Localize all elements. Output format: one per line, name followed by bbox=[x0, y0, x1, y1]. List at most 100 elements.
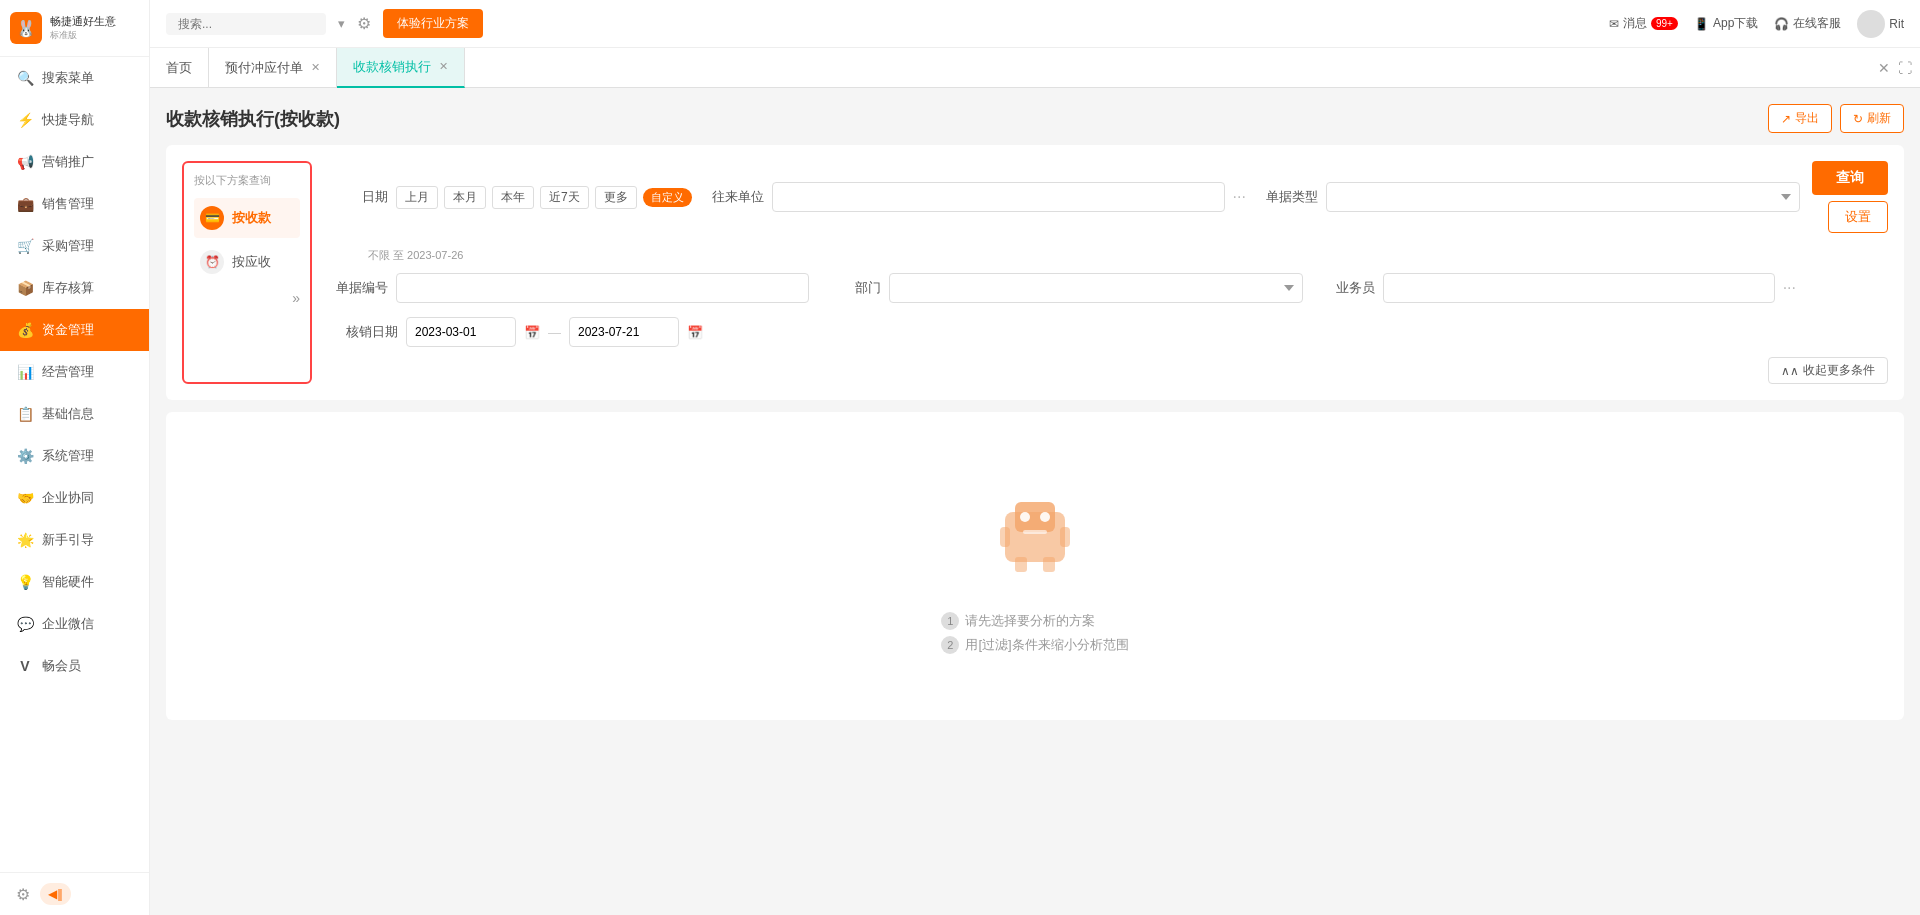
tab-close-all-btn[interactable]: ✕ bbox=[1878, 60, 1890, 76]
sidebar-item-search[interactable]: 🔍 搜索菜单 bbox=[0, 57, 149, 99]
sidebar-item-label: 智能硬件 bbox=[42, 573, 94, 591]
svg-point-3 bbox=[1040, 512, 1050, 522]
search-icon: 🔍 bbox=[16, 70, 34, 86]
doc-type-select[interactable] bbox=[1326, 182, 1800, 212]
sidebar-item-inventory[interactable]: 📦 库存核算 bbox=[0, 267, 149, 309]
sidebar-item-management[interactable]: 📊 经营管理 bbox=[0, 351, 149, 393]
verify-date-end-input[interactable] bbox=[569, 317, 679, 347]
sidebar-item-label: 快捷导航 bbox=[42, 111, 94, 129]
page-header: 收款核销执行(按收款) ↗ 导出 ↻ 刷新 bbox=[166, 104, 1904, 133]
collapse-more-btn[interactable]: ∧∧ 收起更多条件 bbox=[1768, 357, 1888, 384]
sidebar-item-purchase[interactable]: 🛒 采购管理 bbox=[0, 225, 149, 267]
user-info[interactable]: Rit bbox=[1857, 10, 1904, 38]
dept-select[interactable] bbox=[889, 273, 1302, 303]
settings-gear-icon[interactable]: ⚙ bbox=[357, 14, 371, 33]
tip-item-2: 2 用[过滤]条件来缩小分析范围 bbox=[941, 636, 1128, 654]
search-input[interactable] bbox=[166, 13, 326, 35]
tip-item-1: 1 请先选择要分析的方案 bbox=[941, 612, 1128, 630]
collapse-more-area: ∧∧ 收起更多条件 bbox=[328, 357, 1888, 384]
app-download-label: App下载 bbox=[1713, 15, 1758, 32]
basic-info-icon: 📋 bbox=[16, 406, 34, 422]
calendar-end-icon[interactable]: 📅 bbox=[687, 325, 703, 340]
sidebar-item-sales[interactable]: 💼 销售管理 bbox=[0, 183, 149, 225]
message-badge: 99+ bbox=[1651, 17, 1678, 30]
staff-input[interactable] bbox=[1383, 273, 1775, 303]
sidebar-item-funds[interactable]: 💰 资金管理 bbox=[0, 309, 149, 351]
doc-no-field: 单据编号 bbox=[328, 273, 809, 303]
collapse-sidebar-btn[interactable]: ◀‖ bbox=[40, 883, 71, 905]
tab-expand-btn[interactable]: ⛶ bbox=[1898, 60, 1912, 76]
online-service-group[interactable]: 🎧 在线客服 bbox=[1774, 15, 1841, 32]
sidebar-item-wechat[interactable]: 💬 企业微信 bbox=[0, 603, 149, 645]
sidebar-item-label: 经营管理 bbox=[42, 363, 94, 381]
message-group[interactable]: ✉ 消息 99+ bbox=[1609, 15, 1678, 32]
enterprise-icon: 🤝 bbox=[16, 490, 34, 506]
industry-btn[interactable]: 体验行业方案 bbox=[383, 9, 483, 38]
filter-option-by-receivable[interactable]: ⏰ 按应收 bbox=[194, 242, 300, 282]
sidebar-item-enterprise[interactable]: 🤝 企业协同 bbox=[0, 477, 149, 519]
refresh-btn[interactable]: ↻ 刷新 bbox=[1840, 104, 1904, 133]
sidebar-nav: 🔍 搜索菜单 ⚡ 快捷导航 📢 营销推广 💼 销售管理 🛒 采购管理 📦 库存核… bbox=[0, 57, 149, 872]
counterpart-more-icon[interactable]: ··· bbox=[1233, 188, 1246, 206]
settings-icon[interactable]: ⚙ bbox=[16, 885, 30, 904]
sidebar-item-guide[interactable]: 🌟 新手引导 bbox=[0, 519, 149, 561]
sidebar-item-system[interactable]: ⚙️ 系统管理 bbox=[0, 435, 149, 477]
tab-prepay-close-icon[interactable]: ✕ bbox=[311, 61, 320, 74]
counterpart-field: 往来单位 ··· bbox=[704, 182, 1246, 212]
topbar-left: ▾ ⚙ 体验行业方案 bbox=[166, 9, 483, 38]
date-custom-badge: 自定义 bbox=[643, 188, 692, 207]
filter-option-receivable-label: 按应收 bbox=[232, 253, 271, 271]
doc-no-input[interactable] bbox=[396, 273, 809, 303]
sidebar-item-hardware[interactable]: 💡 智能硬件 bbox=[0, 561, 149, 603]
tip-text-2: 用[过滤]条件来缩小分析范围 bbox=[965, 636, 1128, 654]
logo-icon: 🐰 bbox=[10, 12, 42, 44]
sidebar-item-basic-info[interactable]: 📋 基础信息 bbox=[0, 393, 149, 435]
query-btn[interactable]: 查询 bbox=[1812, 161, 1888, 195]
sidebar-footer: ⚙ ◀‖ bbox=[0, 872, 149, 915]
sidebar-item-label: 畅会员 bbox=[42, 657, 81, 675]
tab-home-label: 首页 bbox=[166, 59, 192, 77]
date-7days-btn[interactable]: 近7天 bbox=[540, 186, 589, 209]
staff-label: 业务员 bbox=[1315, 279, 1375, 297]
staff-more-icon[interactable]: ··· bbox=[1783, 279, 1796, 297]
date-this-month-btn[interactable]: 本月 bbox=[444, 186, 486, 209]
tab-verify-close-icon[interactable]: ✕ bbox=[439, 60, 448, 73]
member-icon: V bbox=[16, 658, 34, 674]
calendar-start-icon[interactable]: 📅 bbox=[524, 325, 540, 340]
guide-icon: 🌟 bbox=[16, 532, 34, 548]
verify-date-start-input[interactable] bbox=[406, 317, 516, 347]
tip-num-2: 2 bbox=[941, 636, 959, 654]
sidebar-item-label: 基础信息 bbox=[42, 405, 94, 423]
filter-form: 日期 上月 本月 本年 近7天 更多 自定义 往来单位 bbox=[328, 161, 1888, 384]
tab-prepay[interactable]: 预付冲应付单 ✕ bbox=[209, 48, 337, 88]
counterpart-input[interactable] bbox=[772, 182, 1225, 212]
tab-home[interactable]: 首页 bbox=[150, 48, 209, 88]
sidebar-item-quick-nav[interactable]: ⚡ 快捷导航 bbox=[0, 99, 149, 141]
purchase-icon: 🛒 bbox=[16, 238, 34, 254]
date-no-limit-text: 不限 至 2023-07-26 bbox=[368, 249, 463, 261]
tip-num-1: 1 bbox=[941, 612, 959, 630]
dropdown-arrow-icon[interactable]: ▾ bbox=[338, 16, 345, 31]
page-title: 收款核销执行(按收款) bbox=[166, 107, 340, 131]
date-range-separator: — bbox=[548, 325, 561, 340]
date-this-year-btn[interactable]: 本年 bbox=[492, 186, 534, 209]
doc-type-label: 单据类型 bbox=[1258, 188, 1318, 206]
refresh-label: 刷新 bbox=[1867, 110, 1891, 127]
sidebar-item-marketing[interactable]: 📢 营销推广 bbox=[0, 141, 149, 183]
user-name: Rit bbox=[1889, 17, 1904, 31]
date-more-btn[interactable]: 更多 bbox=[595, 186, 637, 209]
filter-option-by-receipt[interactable]: 💳 按收款 bbox=[194, 198, 300, 238]
date-last-month-btn[interactable]: 上月 bbox=[396, 186, 438, 209]
sidebar-item-label: 资金管理 bbox=[42, 321, 94, 339]
sidebar-item-label: 新手引导 bbox=[42, 531, 94, 549]
sidebar-item-member[interactable]: V 畅会员 bbox=[0, 645, 149, 687]
receivable-icon: ⏰ bbox=[200, 250, 224, 274]
doc-no-label: 单据编号 bbox=[328, 279, 388, 297]
phone-icon: 📱 bbox=[1694, 17, 1709, 31]
message-icon: ✉ bbox=[1609, 17, 1619, 31]
tab-verify[interactable]: 收款核销执行 ✕ bbox=[337, 48, 465, 88]
filter-sidebar-collapse-icon[interactable]: » bbox=[194, 290, 300, 306]
export-btn[interactable]: ↗ 导出 bbox=[1768, 104, 1832, 133]
setting-btn[interactable]: 设置 bbox=[1828, 201, 1888, 233]
app-download-group[interactable]: 📱 App下载 bbox=[1694, 15, 1758, 32]
